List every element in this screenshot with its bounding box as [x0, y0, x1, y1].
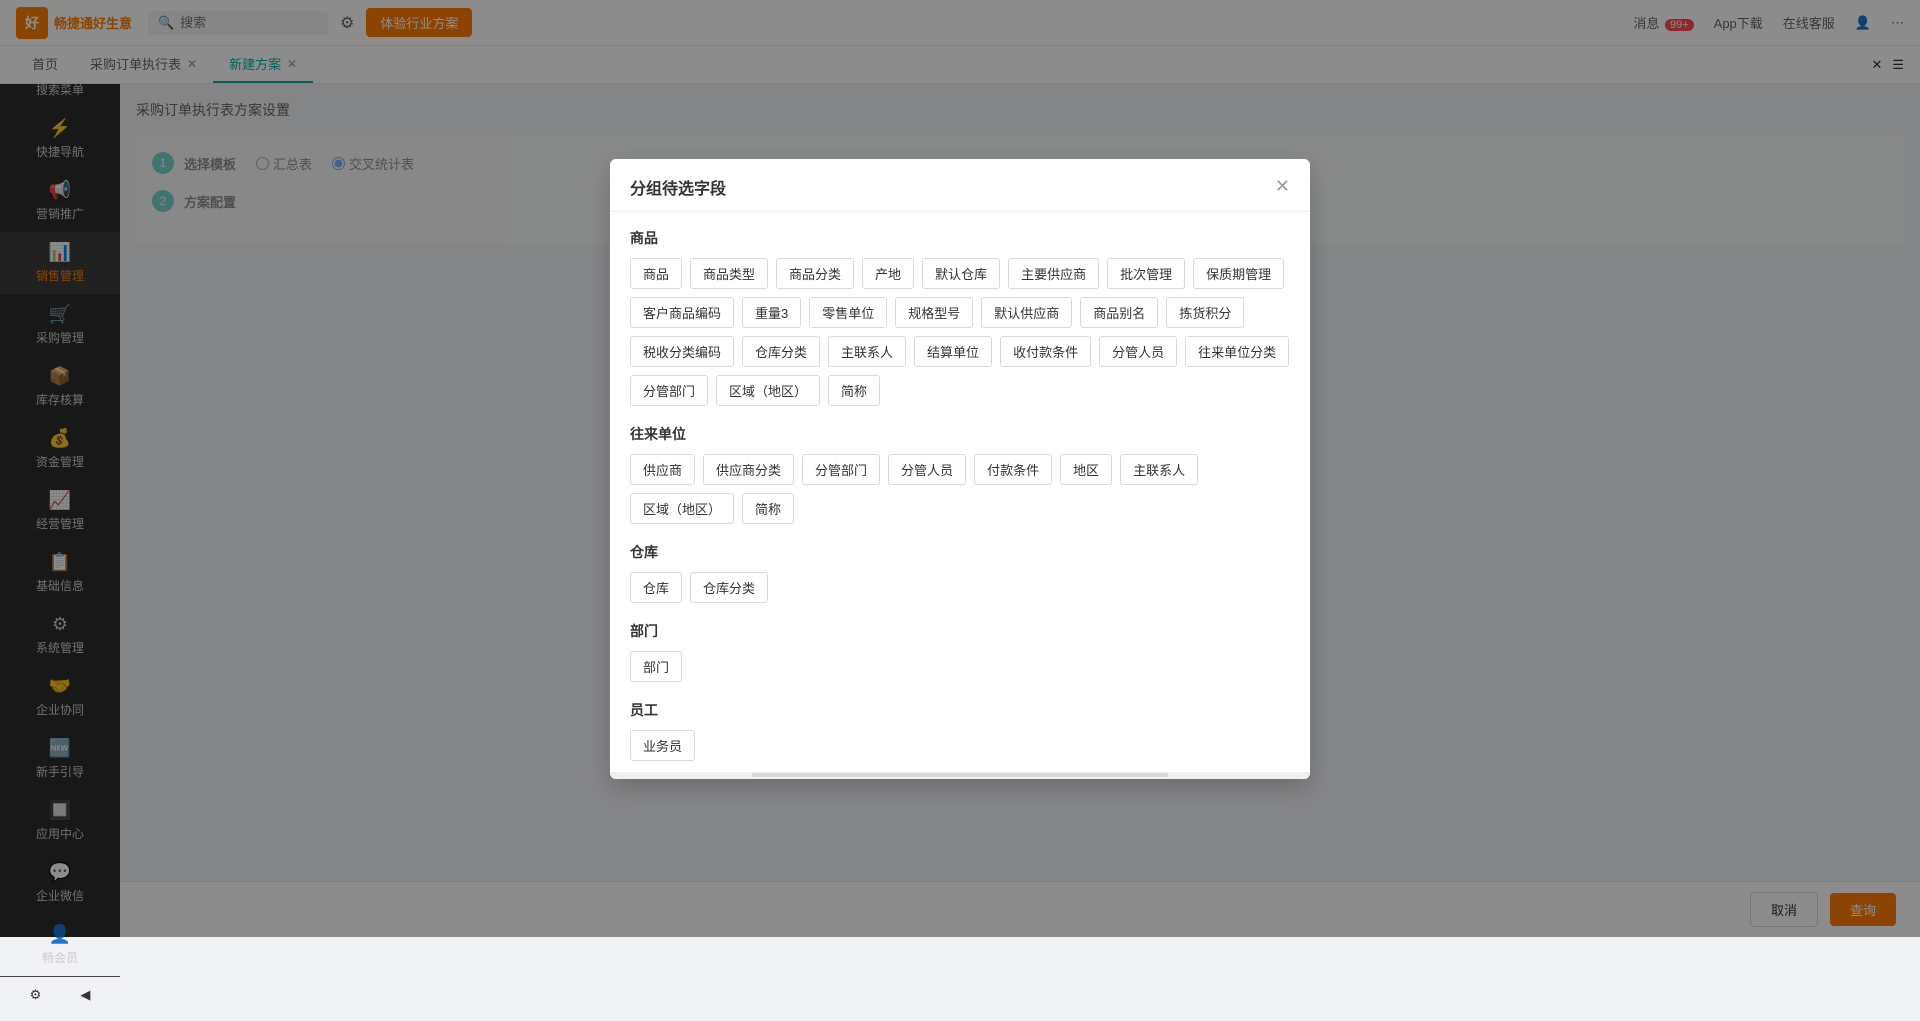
field-tag-0-2[interactable]: 商品分类: [776, 258, 854, 289]
field-tags-1: 供应商供应商分类分管部门分管人员付款条件地区主联系人区域（地区） 简称: [630, 454, 1290, 524]
field-tag-0-7[interactable]: 保质期管理: [1193, 258, 1284, 289]
field-tag-0-11[interactable]: 规格型号: [895, 297, 973, 328]
field-tag-0-0[interactable]: 商品: [630, 258, 682, 289]
field-tag-0-17[interactable]: 主联系人: [828, 336, 906, 367]
field-group-1: 往来单位供应商供应商分类分管部门分管人员付款条件地区主联系人区域（地区） 简称: [630, 424, 1290, 524]
field-group-title-1: 往来单位: [630, 424, 1290, 444]
field-tag-1-1[interactable]: 供应商分类: [703, 454, 794, 485]
modal-overlay: 分组待选字段 ✕ 商品商品商品类型商品分类产地默认仓库主要供应商批次管理保质期管…: [0, 0, 1920, 937]
modal-scrollbar-thumb: [752, 773, 1167, 777]
field-group-4: 员工业务员: [630, 700, 1290, 761]
field-tag-0-21[interactable]: 往来单位分类: [1185, 336, 1289, 367]
field-group-3: 部门部门: [630, 621, 1290, 682]
field-tag-0-5[interactable]: 主要供应商: [1008, 258, 1099, 289]
field-tag-2-1[interactable]: 仓库分类: [690, 572, 768, 603]
field-tag-4-0[interactable]: 业务员: [630, 730, 695, 761]
field-tag-1-7[interactable]: 区域（地区）: [630, 493, 734, 524]
field-tag-0-14[interactable]: 拣货积分: [1166, 297, 1244, 328]
field-tag-1-8[interactable]: 简称: [742, 493, 794, 524]
field-tags-2: 仓库仓库分类: [630, 572, 1290, 603]
field-tag-0-4[interactable]: 默认仓库: [922, 258, 1000, 289]
field-select-modal: 分组待选字段 ✕ 商品商品商品类型商品分类产地默认仓库主要供应商批次管理保质期管…: [610, 159, 1310, 779]
field-tag-0-19[interactable]: 收付款条件: [1000, 336, 1091, 367]
field-tag-1-5[interactable]: 地区: [1060, 454, 1112, 485]
field-group-2: 仓库仓库仓库分类: [630, 542, 1290, 603]
field-tags-3: 部门: [630, 651, 1290, 682]
field-tag-0-16[interactable]: 仓库分类: [742, 336, 820, 367]
modal-horizontal-scrollbar[interactable]: [610, 772, 1310, 779]
field-group-title-0: 商品: [630, 228, 1290, 248]
field-tag-0-9[interactable]: 重量3: [742, 297, 801, 328]
field-tag-0-15[interactable]: 税收分类编码: [630, 336, 734, 367]
field-tags-0: 商品商品类型商品分类产地默认仓库主要供应商批次管理保质期管理客户商品编码重量3 零…: [630, 258, 1290, 406]
field-tag-0-18[interactable]: 结算单位: [914, 336, 992, 367]
field-tag-0-3[interactable]: 产地: [862, 258, 914, 289]
field-tag-0-12[interactable]: 默认供应商: [981, 297, 1072, 328]
field-tag-0-24[interactable]: 简称: [828, 375, 880, 406]
field-tag-0-20[interactable]: 分管人员: [1099, 336, 1177, 367]
modal-body[interactable]: 商品商品商品类型商品分类产地默认仓库主要供应商批次管理保质期管理客户商品编码重量…: [610, 212, 1310, 772]
field-group-title-2: 仓库: [630, 542, 1290, 562]
field-tags-4: 业务员: [630, 730, 1290, 761]
field-tag-2-0[interactable]: 仓库: [630, 572, 682, 603]
modal-close-button[interactable]: ✕: [1275, 176, 1290, 197]
field-tag-0-1[interactable]: 商品类型: [690, 258, 768, 289]
field-tag-3-0[interactable]: 部门: [630, 651, 682, 682]
modal-title: 分组待选字段: [630, 175, 726, 199]
field-tag-0-22[interactable]: 分管部门: [630, 375, 708, 406]
field-tag-1-6[interactable]: 主联系人: [1120, 454, 1198, 485]
field-tag-1-2[interactable]: 分管部门: [802, 454, 880, 485]
field-tag-0-8[interactable]: 客户商品编码: [630, 297, 734, 328]
field-tag-0-23[interactable]: 区域（地区）: [716, 375, 820, 406]
field-tag-1-4[interactable]: 付款条件: [974, 454, 1052, 485]
field-tag-0-10[interactable]: 零售单位: [809, 297, 887, 328]
modal-header: 分组待选字段 ✕: [610, 159, 1310, 212]
field-tag-1-3[interactable]: 分管人员: [888, 454, 966, 485]
field-group-title-4: 员工: [630, 700, 1290, 720]
field-tag-0-13[interactable]: 商品别名: [1080, 297, 1158, 328]
field-tag-1-0[interactable]: 供应商: [630, 454, 695, 485]
field-tag-0-6[interactable]: 批次管理: [1107, 258, 1185, 289]
field-group-0: 商品商品商品类型商品分类产地默认仓库主要供应商批次管理保质期管理客户商品编码重量…: [630, 228, 1290, 406]
field-group-title-3: 部门: [630, 621, 1290, 641]
